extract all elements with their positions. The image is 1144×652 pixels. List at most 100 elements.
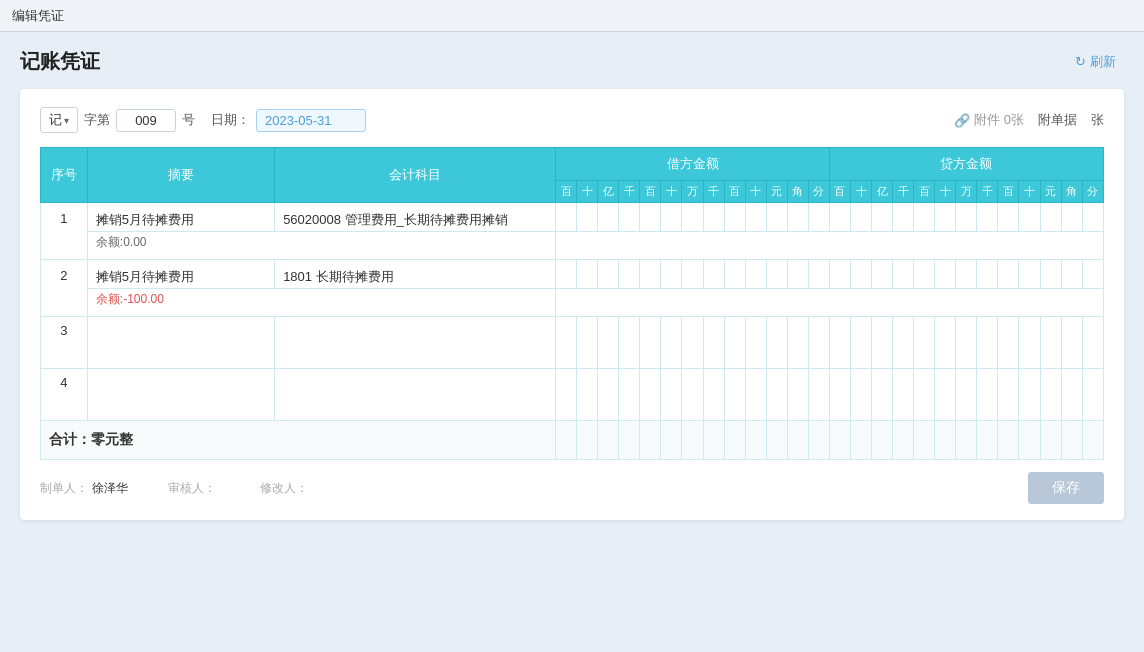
- creator-field: 制单人： 徐泽华: [40, 480, 128, 497]
- c-jiao1: 角: [1061, 181, 1082, 203]
- c-wan1: 万: [956, 181, 977, 203]
- r1-c9[interactable]: [998, 203, 1019, 232]
- attachment-area: 🔗 附件 0张 附单据 张: [954, 111, 1104, 129]
- r1-d5[interactable]: [640, 203, 661, 232]
- r2-c3[interactable]: [872, 260, 893, 289]
- r2-c10[interactable]: [1019, 260, 1040, 289]
- refresh-label: 刷新: [1090, 53, 1116, 71]
- c-shi1: 十: [850, 181, 871, 203]
- r2-c5[interactable]: [914, 260, 935, 289]
- voucher-number-input[interactable]: [116, 109, 176, 132]
- r2-d9[interactable]: [724, 260, 745, 289]
- c-fen1: 分: [1082, 181, 1103, 203]
- r1-c8[interactable]: [977, 203, 998, 232]
- voucher-card: 记 ▾ 字第 号 日期： 🔗 附件 0张 附单据 张: [20, 89, 1124, 520]
- r1-d9[interactable]: [724, 203, 745, 232]
- table-header-row: 序号 摘要 会计科目 借方金额 贷方金额: [41, 148, 1104, 181]
- attachment-doc[interactable]: 附单据: [1038, 111, 1077, 129]
- form-row: 记 ▾ 字第 号 日期： 🔗 附件 0张 附单据 张: [40, 107, 1104, 133]
- r2-c9[interactable]: [998, 260, 1019, 289]
- date-group: 日期：: [211, 109, 366, 132]
- d-shi1: 十: [577, 181, 598, 203]
- type-value: 记: [49, 111, 62, 129]
- type-dropdown[interactable]: 记 ▾: [40, 107, 78, 133]
- table-row: 1 摊销5月待摊费用 56020008 管理费用_长期待摊费用摊销: [41, 203, 1104, 232]
- save-button[interactable]: 保存: [1028, 472, 1104, 504]
- page-title: 记账凭证: [20, 48, 100, 75]
- r1-d6[interactable]: [661, 203, 682, 232]
- row2-account[interactable]: 1801 长期待摊费用: [275, 260, 556, 289]
- refresh-icon: ↻: [1075, 54, 1086, 69]
- r1-c3[interactable]: [872, 203, 893, 232]
- total-label: 合计：零元整: [41, 421, 556, 460]
- c-shi3: 十: [1019, 181, 1040, 203]
- c-bai3: 百: [998, 181, 1019, 203]
- row1-account[interactable]: 56020008 管理费用_长期待摊费用摊销: [275, 203, 556, 232]
- total-row: 合计：零元整: [41, 421, 1104, 460]
- r1-d4[interactable]: [619, 203, 640, 232]
- r1-d10[interactable]: [745, 203, 766, 232]
- row4-summary[interactable]: [87, 369, 274, 421]
- r1-c6[interactable]: [935, 203, 956, 232]
- row1-summary[interactable]: 摊销5月待摊费用: [87, 203, 274, 232]
- r1-d3[interactable]: [598, 203, 619, 232]
- r2-c2[interactable]: [850, 260, 871, 289]
- r2-d8[interactable]: [703, 260, 724, 289]
- r2-d12[interactable]: [787, 260, 808, 289]
- d-shi2: 十: [661, 181, 682, 203]
- refresh-button[interactable]: ↻ 刷新: [1067, 49, 1124, 75]
- r1-d12[interactable]: [787, 203, 808, 232]
- r1-c4[interactable]: [893, 203, 914, 232]
- r1-d11[interactable]: [766, 203, 787, 232]
- row3-summary[interactable]: [87, 317, 274, 369]
- r2-c12[interactable]: [1061, 260, 1082, 289]
- date-input[interactable]: [256, 109, 366, 132]
- th-debit: 借方金额: [556, 148, 830, 181]
- row4-seq: 4: [41, 369, 88, 421]
- r1-c7[interactable]: [956, 203, 977, 232]
- r1-c2[interactable]: [850, 203, 871, 232]
- row2-summary[interactable]: 摊销5月待摊费用: [87, 260, 274, 289]
- r1-d7[interactable]: [682, 203, 703, 232]
- r2-d6[interactable]: [661, 260, 682, 289]
- r1-c5[interactable]: [914, 203, 935, 232]
- r2-d1[interactable]: [556, 260, 577, 289]
- r1-d8[interactable]: [703, 203, 724, 232]
- r2-d3[interactable]: [598, 260, 619, 289]
- row3-account[interactable]: [275, 317, 556, 369]
- r2-d11[interactable]: [766, 260, 787, 289]
- r1-c1[interactable]: [829, 203, 850, 232]
- r2-d2[interactable]: [577, 260, 598, 289]
- table-row: 4: [41, 369, 1104, 421]
- table-row: 3: [41, 317, 1104, 369]
- r2-c6[interactable]: [935, 260, 956, 289]
- r1-c10[interactable]: [1019, 203, 1040, 232]
- r2-c8[interactable]: [977, 260, 998, 289]
- row4-account[interactable]: [275, 369, 556, 421]
- hao-label: 号: [182, 111, 195, 129]
- date-label: 日期：: [211, 111, 250, 129]
- r2-d5[interactable]: [640, 260, 661, 289]
- r1-d13[interactable]: [808, 203, 829, 232]
- d-wan1: 万: [682, 181, 703, 203]
- r2-d4[interactable]: [619, 260, 640, 289]
- r1-c12[interactable]: [1061, 203, 1082, 232]
- r2-c4[interactable]: [893, 260, 914, 289]
- r1-c11[interactable]: [1040, 203, 1061, 232]
- r2-d13[interactable]: [808, 260, 829, 289]
- r2-c11[interactable]: [1040, 260, 1061, 289]
- r1-d1[interactable]: [556, 203, 577, 232]
- row2-balance-fill: [556, 289, 1104, 317]
- c-yi1: 亿: [872, 181, 893, 203]
- r2-d7[interactable]: [682, 260, 703, 289]
- attachment-count: 0张: [1004, 111, 1024, 129]
- r2-d10[interactable]: [745, 260, 766, 289]
- r1-d2[interactable]: [577, 203, 598, 232]
- r1-c13[interactable]: [1082, 203, 1103, 232]
- r2-c1[interactable]: [829, 260, 850, 289]
- attachment-link[interactable]: 🔗 附件 0张: [954, 111, 1024, 129]
- r2-c7[interactable]: [956, 260, 977, 289]
- d-bai3: 百: [724, 181, 745, 203]
- r2-c13[interactable]: [1082, 260, 1103, 289]
- d-yi1: 亿: [598, 181, 619, 203]
